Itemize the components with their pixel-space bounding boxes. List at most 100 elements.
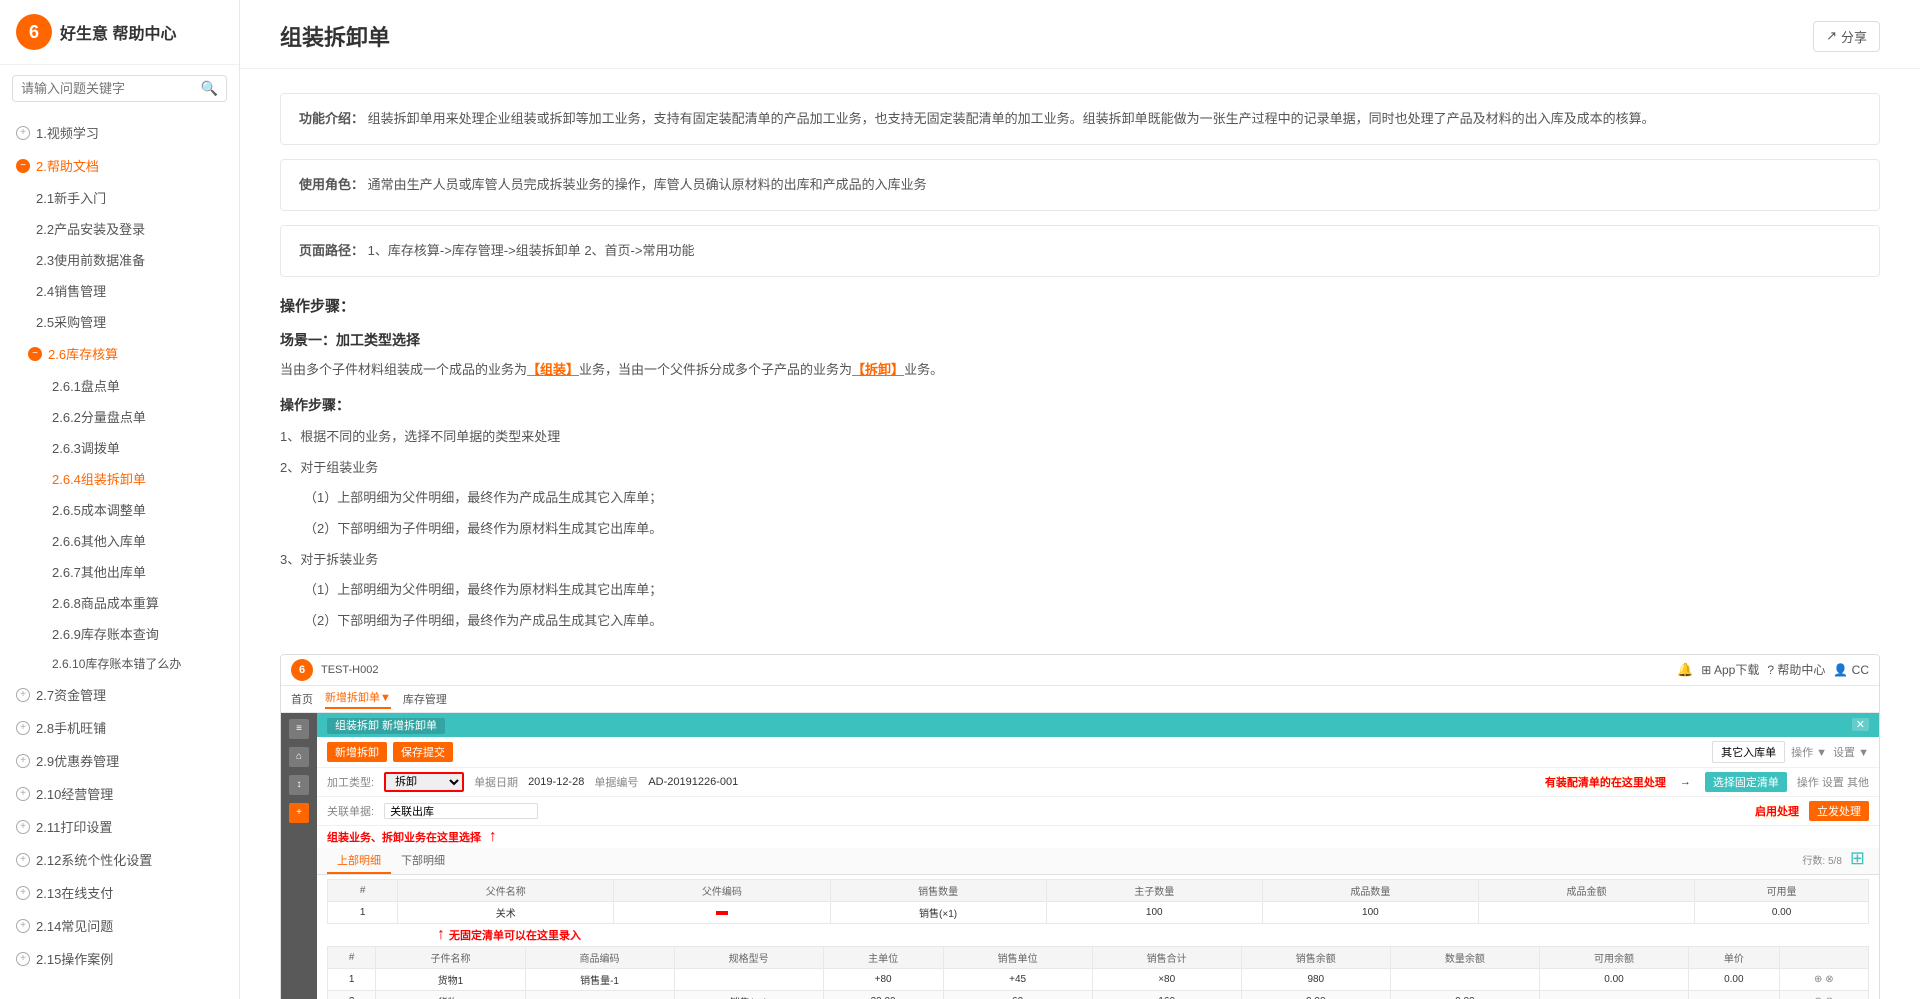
col-product-amt: 成品金额 bbox=[1478, 879, 1694, 901]
sidebar-header: 6 好生意 帮助中心 bbox=[0, 0, 239, 65]
sidebar-item-2-14[interactable]: + 2.14常见问题 bbox=[0, 909, 239, 942]
cell-b1-total: ×80 bbox=[1092, 968, 1241, 990]
new-button[interactable]: 新增拆卸 bbox=[327, 742, 387, 762]
sidebar-item-docs-2-3[interactable]: 2.3使用前数据准备 bbox=[0, 244, 239, 275]
sidebar-item-docs-2-6[interactable]: − 2.6库存核算 bbox=[0, 337, 239, 370]
menu-purchase[interactable]: 新增拆卸单▼ bbox=[325, 689, 391, 709]
annotation-arrow-1: → bbox=[1680, 776, 1691, 788]
expand-icon: + bbox=[16, 754, 30, 768]
col-b-op bbox=[1779, 946, 1868, 968]
sidebar-item-2-8[interactable]: + 2.8手机旺铺 bbox=[0, 711, 239, 744]
tab-top-detail[interactable]: 上部明细 bbox=[327, 848, 391, 874]
form-date-label: 单据日期 bbox=[474, 774, 518, 790]
sidebar-item-docs[interactable]: − 2.帮助文档 bbox=[0, 149, 239, 182]
sidebar-item-2-15[interactable]: + 2.15操作案例 bbox=[0, 942, 239, 975]
menu-home[interactable]: 首页 bbox=[291, 691, 313, 707]
col-num: # bbox=[328, 879, 398, 901]
sidebar-item-2-6-1[interactable]: 2.6.1盘点单 bbox=[0, 370, 239, 401]
search-icon[interactable]: 🔍 bbox=[201, 80, 218, 97]
sidebar-item-2-9[interactable]: + 2.9优惠券管理 bbox=[0, 744, 239, 777]
sidebar-item-2-7[interactable]: + 2.7资金管理 bbox=[0, 678, 239, 711]
expand-icon: + bbox=[16, 952, 30, 966]
annotation-4-text: 无固定清单可以在这里录入 bbox=[449, 927, 581, 943]
sidebar-item-2-6-8[interactable]: 2.6.8商品成本重算 bbox=[0, 587, 239, 618]
expand-icon: + bbox=[16, 126, 30, 140]
menu-stock[interactable]: 库存管理 bbox=[403, 691, 447, 707]
col-parent-code: 父件编码 bbox=[614, 879, 830, 901]
sidebar-item-2-10[interactable]: + 2.10经营管理 bbox=[0, 777, 239, 810]
sidebar-item-label: 2.6库存核算 bbox=[48, 344, 118, 363]
table-row: 1 货物1 销售量-1 +80 +45 ×80 980 bbox=[328, 968, 1869, 990]
cell-b1-op[interactable]: ⊕ ⊗ bbox=[1779, 968, 1868, 990]
parent-code-input[interactable] bbox=[716, 911, 728, 915]
share-button[interactable]: ↗ 分享 bbox=[1813, 21, 1880, 52]
cell-b1-num: 1 bbox=[328, 968, 376, 990]
tab-add-row-icon[interactable]: ⊞ bbox=[1846, 848, 1869, 874]
screenshot-wrapper: 6 TEST-H002 🔔 ⊞ App下载 ? 帮助中心 👤 CC 首页 新增拆… bbox=[280, 654, 1880, 999]
config-list-button[interactable]: 选择固定清单 bbox=[1705, 772, 1787, 792]
sidebar-item-2-6-7[interactable]: 2.6.7其他出库单 bbox=[0, 556, 239, 587]
form-row-2: 关联单据: 启用处理 立发处理 bbox=[317, 797, 1879, 826]
role-block: 使用角色： 通常由生产人员或库管人员完成拆装业务的操作，库管人员确认原材料的出库… bbox=[280, 159, 1880, 211]
col-b-sales-total: 销售合计 bbox=[1092, 946, 1241, 968]
role-label: 使用角色： bbox=[299, 177, 364, 192]
doc-tab-label: 组装拆卸 新增拆卸单 bbox=[327, 717, 445, 733]
form-ref-label: 关联单据: bbox=[327, 803, 374, 819]
cell-b2-name: 货物2 bbox=[376, 990, 525, 999]
annotation-arrow-4: ↑ bbox=[437, 926, 445, 944]
tab-spacer bbox=[455, 848, 1798, 874]
sidebar-item-2-12[interactable]: + 2.12系统个性化设置 bbox=[0, 843, 239, 876]
col-available-qty: 可用量 bbox=[1695, 879, 1869, 901]
app-content-area: ≡ ⌂ ↕ + 组装拆卸 新增拆卸单 bbox=[281, 713, 1879, 999]
search-box[interactable]: 🔍 bbox=[12, 75, 227, 102]
sidebar-item-docs-2-4[interactable]: 2.4销售管理 bbox=[0, 275, 239, 306]
annotation-2-row: 组装业务、拆卸业务在这里选择 ↑ bbox=[317, 826, 1879, 848]
expand-icon: + bbox=[16, 919, 30, 933]
enable-button[interactable]: 立发处理 bbox=[1809, 801, 1869, 821]
form-serial-value: AD-20191226-001 bbox=[648, 776, 738, 788]
page-header: 组装拆卸单 ↗ 分享 bbox=[240, 0, 1920, 69]
path-text: 1、库存核算->库存管理->组装拆卸单 2、首页->常用功能 bbox=[368, 243, 695, 258]
col-b-avail-remain: 可用余额 bbox=[1539, 946, 1688, 968]
form-type-select[interactable]: 拆卸 组装 bbox=[384, 772, 464, 792]
sidebar-item-label: 2.14常见问题 bbox=[36, 916, 113, 935]
tab-bottom-detail[interactable]: 下部明细 bbox=[391, 848, 455, 874]
save-button[interactable]: 保存提交 bbox=[393, 742, 453, 762]
annotation-4-row: ↑ 无固定清单可以在这里录入 bbox=[317, 924, 1879, 946]
app-doc-header: 组装拆卸 新增拆卸单 ✕ bbox=[317, 713, 1879, 737]
app-sidebar-icons: ≡ ⌂ ↕ + bbox=[281, 713, 317, 999]
app-icon-apps: ⊞ App下载 bbox=[1701, 661, 1759, 678]
col-b-sales-unit: 销售单位 bbox=[943, 946, 1092, 968]
sidebar-item-2-6-2[interactable]: 2.6.2分量盘点单 bbox=[0, 401, 239, 432]
sidebar-item-2-6-5[interactable]: 2.6.5成本调整单 bbox=[0, 494, 239, 525]
sidebar-item-docs-2-2[interactable]: 2.2产品安装及登录 bbox=[0, 213, 239, 244]
cell-available-qty: 0.00 bbox=[1695, 901, 1869, 923]
sidebar-item-docs-2-1[interactable]: 2.1新手入门 bbox=[0, 182, 239, 213]
sidebar-item-2-6-3[interactable]: 2.6.3调拨单 bbox=[0, 432, 239, 463]
sidebar-item-2-6-9[interactable]: 2.6.9库存账本查询 bbox=[0, 618, 239, 649]
cell-b2-op[interactable]: ⊕ ⊗ bbox=[1779, 990, 1868, 999]
scene1-title: 场景一：加工类型选择 bbox=[280, 330, 1880, 350]
sidebar-item-video[interactable]: + 1.视频学习 bbox=[0, 116, 239, 149]
sidebar-item-2-11[interactable]: + 2.11打印设置 bbox=[0, 810, 239, 843]
logo-icon: 6 bbox=[16, 14, 52, 50]
top-table-wrapper: # 父件名称 父件编码 销售数量 主子数量 成品数量 成品金额 bbox=[317, 875, 1879, 924]
close-doc-button[interactable]: ✕ bbox=[1852, 718, 1869, 731]
form-date-value: 2019-12-28 bbox=[528, 776, 584, 788]
sidebar-item-2-6-4[interactable]: 2.6.4组装拆卸单 bbox=[0, 463, 239, 494]
sidebar-icon-1: ≡ bbox=[289, 719, 309, 739]
sidebar-item-2-6-6[interactable]: 2.6.6其他入库单 bbox=[0, 525, 239, 556]
bottom-table-wrapper: # 子件名称 商品编码 规格型号 主单位 销售单位 销售合计 销 bbox=[317, 946, 1879, 999]
cancel-button[interactable]: 其它入库单 bbox=[1712, 741, 1785, 763]
col-parent-name: 父件名称 bbox=[398, 879, 614, 901]
search-input[interactable] bbox=[21, 81, 201, 96]
expand-icon: + bbox=[16, 886, 30, 900]
sidebar-item-2-6-10[interactable]: 2.6.10库存账本错了么办 bbox=[0, 649, 239, 678]
expand-icon: + bbox=[16, 820, 30, 834]
form-ref-input[interactable] bbox=[384, 803, 538, 819]
sidebar-item-docs-2-5[interactable]: 2.5采购管理 bbox=[0, 306, 239, 337]
cell-b1-name: 货物1 bbox=[376, 968, 525, 990]
sidebar-item-2-13[interactable]: + 2.13在线支付 bbox=[0, 876, 239, 909]
col-sales-qty: 销售数量 bbox=[830, 879, 1046, 901]
cell-b2-code bbox=[525, 990, 674, 999]
